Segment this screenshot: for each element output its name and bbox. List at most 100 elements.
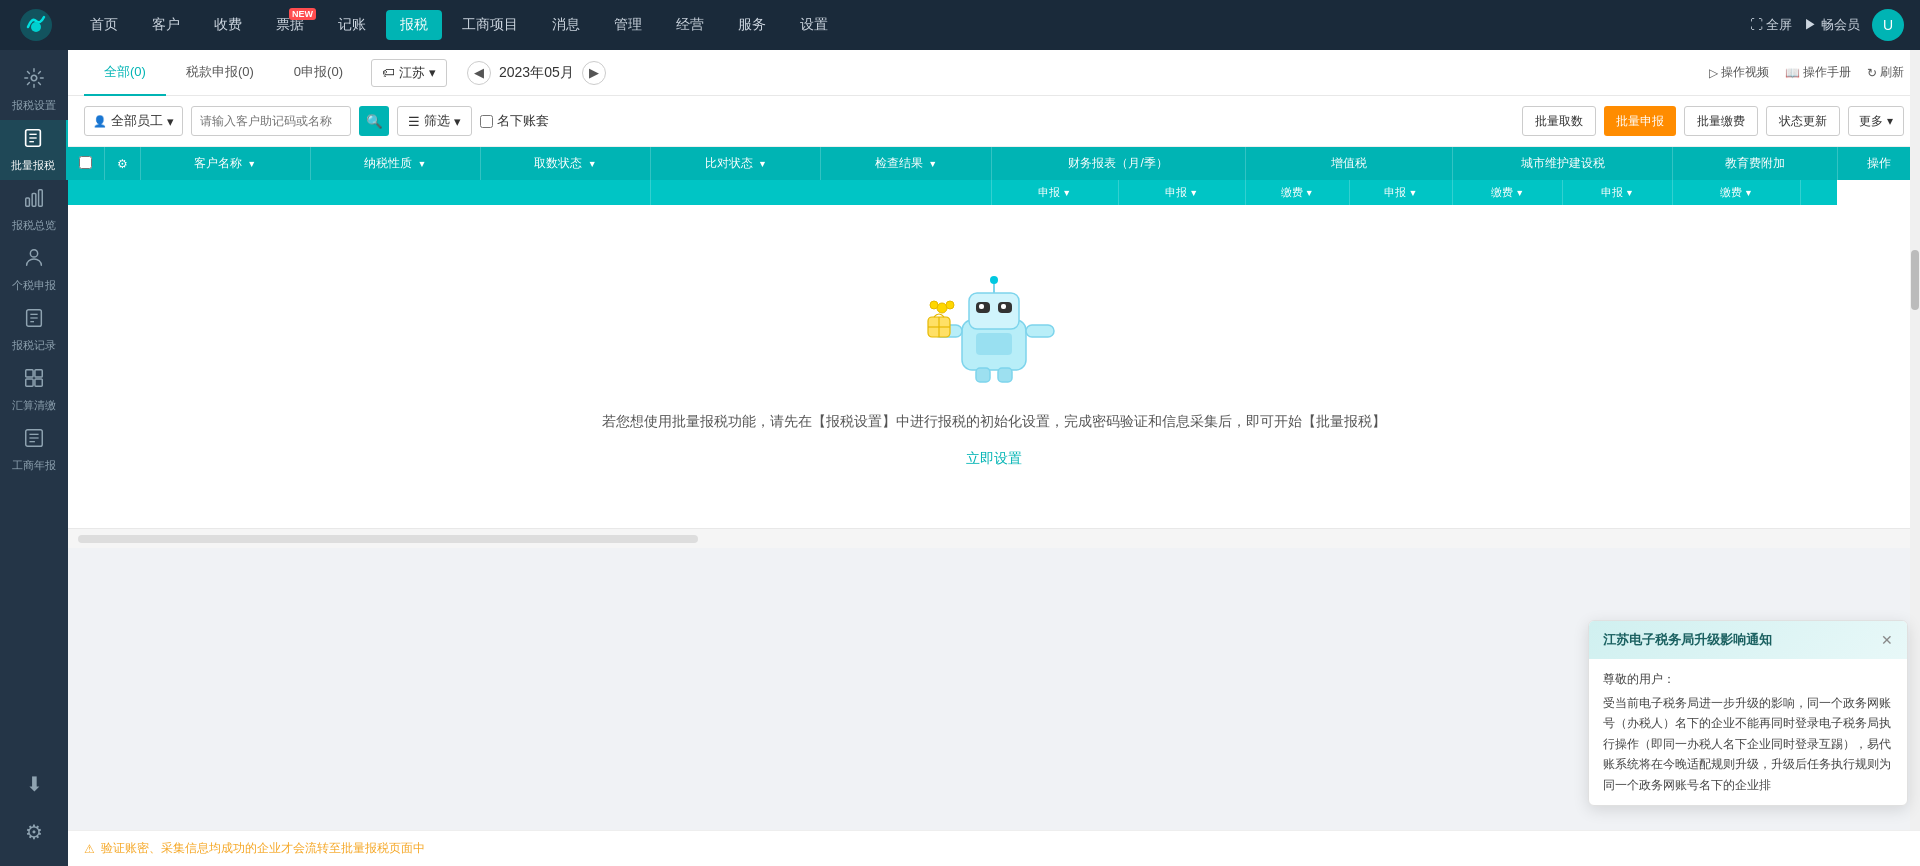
right-scrollbar[interactable] [1910, 50, 1920, 866]
new-badge: NEW [289, 8, 316, 20]
scroll-thumb [1911, 250, 1919, 310]
filter-icon-comparestatus[interactable]: ▼ [758, 159, 767, 169]
notif-greeting: 尊敬的用户： [1603, 669, 1893, 689]
batch-fetch-btn[interactable]: 批量取数 [1522, 106, 1596, 136]
page-header-right: ▷ 操作视频 📖 操作手册 ↻ 刷新 [1709, 64, 1904, 81]
filter-sub1[interactable]: ▼ [1062, 188, 1071, 198]
fullscreen-btn[interactable]: ⛶ 全屏 [1750, 16, 1793, 34]
empty-state: 若您想使用批量报税功能，请先在【报税设置】中进行报税的初始化设置，完成密码验证和… [68, 205, 1920, 528]
app-logo[interactable] [16, 5, 56, 45]
filter-icon-checkresult[interactable]: ▼ [928, 159, 937, 169]
sidebar-config[interactable]: ⚙ [0, 810, 68, 854]
svg-point-10 [30, 250, 37, 257]
svg-rect-9 [39, 190, 43, 207]
filter-sub7[interactable]: ▼ [1744, 188, 1753, 198]
th-checkresult: 检查结果 ▼ [821, 147, 991, 180]
th-comparestatus: 比对状态 ▼ [651, 147, 821, 180]
table-container: ⚙ 客户名称 ▼ 纳税性质 ▼ 取数状态 ▼ 比对状态 [68, 147, 1920, 528]
nav-tax[interactable]: 报税 [386, 10, 442, 40]
nav-invoice[interactable]: 票据 NEW [262, 10, 318, 40]
month-navigator: ◀ 2023年05月 ▶ [467, 61, 606, 85]
nav-ops[interactable]: 经营 [662, 10, 718, 40]
next-month-btn[interactable]: ▶ [582, 61, 606, 85]
svg-rect-24 [969, 293, 1019, 329]
more-chevron-icon: ▾ [1887, 114, 1893, 128]
sidebar-item-annual-report[interactable]: 工商年报 [0, 420, 68, 480]
filter-icon-taxtype[interactable]: ▼ [418, 159, 427, 169]
nav-customer[interactable]: 客户 [138, 10, 194, 40]
notif-title: 江苏电子税务局升级影响通知 [1603, 631, 1772, 649]
member-btn[interactable]: ▶ 畅会员 [1804, 16, 1860, 34]
employee-select[interactable]: 👤 全部员工 ▾ [84, 106, 183, 136]
nav-home[interactable]: 首页 [76, 10, 132, 40]
nav-business[interactable]: 工商项目 [448, 10, 532, 40]
more-btn[interactable]: 更多 ▾ [1848, 106, 1904, 136]
operation-manual-btn[interactable]: 📖 操作手册 [1785, 64, 1851, 81]
accounts-checkbox[interactable] [480, 115, 493, 128]
filter-sub5[interactable]: ▼ [1515, 188, 1524, 198]
filter-sub2[interactable]: ▼ [1189, 188, 1198, 198]
nav-fee[interactable]: 收费 [200, 10, 256, 40]
tab-all[interactable]: 全部(0) [84, 50, 166, 96]
tab-taxdecl[interactable]: 税款申报(0) [166, 50, 274, 96]
search-input[interactable] [191, 106, 351, 136]
tab-zerodecl[interactable]: 0申报(0) [274, 50, 363, 96]
sidebar-item-clearance[interactable]: 汇算清缴 [0, 360, 68, 420]
user-avatar[interactable]: U [1872, 9, 1904, 41]
select-all-checkbox[interactable] [79, 156, 92, 169]
nav-service[interactable]: 服务 [724, 10, 780, 40]
nav-accounting[interactable]: 记账 [324, 10, 380, 40]
nav-settings[interactable]: 设置 [786, 10, 842, 40]
records-icon [23, 307, 45, 334]
svg-rect-17 [26, 379, 33, 386]
gear-icon: ⚙ [117, 157, 128, 171]
notification-panel: 江苏电子税务局升级影响通知 ✕ 尊敬的用户： 受当前电子税务局进一步升级的影响，… [1588, 620, 1908, 806]
horizontal-scrollbar[interactable] [78, 535, 698, 543]
svg-rect-32 [1026, 325, 1054, 337]
filter-icon-customer[interactable]: ▼ [247, 159, 256, 169]
sidebar-item-taxsettings[interactable]: 报税设置 [0, 60, 68, 120]
video-icon: ▷ [1709, 66, 1718, 80]
status-update-btn[interactable]: 状态更新 [1766, 106, 1840, 136]
batch-pay-btn[interactable]: 批量缴费 [1684, 106, 1758, 136]
th-edu-pay: 缴费▼ [1672, 180, 1801, 205]
accounts-checkbox-label[interactable]: 名下账套 [480, 112, 549, 130]
chevron-down-icon: ▾ [429, 65, 436, 80]
filter-icon-fetchstatus[interactable]: ▼ [588, 159, 597, 169]
sidebar-item-batchreport[interactable]: 批量报税 [0, 120, 68, 180]
th-financialreport: 财务报表（月/季） [991, 147, 1245, 180]
svg-rect-15 [26, 370, 33, 377]
annual-report-icon [23, 427, 45, 454]
province-selector[interactable]: 🏷 江苏 ▾ [371, 59, 447, 87]
svg-rect-8 [32, 193, 36, 206]
nav-right: ⛶ 全屏 ▶ 畅会员 U [1750, 9, 1904, 41]
batch-report-btn[interactable]: 批量申报 [1604, 106, 1676, 136]
sidebar-item-records[interactable]: 报税记录 [0, 300, 68, 360]
search-btn[interactable]: 🔍 [359, 106, 389, 136]
select-all-header [68, 147, 104, 180]
gear-header[interactable]: ⚙ [104, 147, 140, 180]
nav-message[interactable]: 消息 [538, 10, 594, 40]
th-edu-report: 申报▼ [1563, 180, 1673, 205]
operation-video-btn[interactable]: ▷ 操作视频 [1709, 64, 1769, 81]
notif-text: 受当前电子税务局进一步升级的影响，同一个政务网账号（办税人）名下的企业不能再同时… [1603, 693, 1893, 795]
th-city-pay: 缴费▼ [1453, 180, 1563, 205]
clearance-icon [23, 367, 45, 394]
filter-sub4[interactable]: ▼ [1408, 188, 1417, 198]
refresh-btn[interactable]: ↻ 刷新 [1867, 64, 1904, 81]
prev-month-btn[interactable]: ◀ [467, 61, 491, 85]
sidebar-label-taxsettings: 报税设置 [12, 98, 56, 113]
nav-manage[interactable]: 管理 [600, 10, 656, 40]
filter-sub6[interactable]: ▼ [1625, 188, 1634, 198]
filter-sub3[interactable]: ▼ [1305, 188, 1314, 198]
empty-row: 若您想使用批量报税功能，请先在【报税设置】中进行报税的初始化设置，完成密码验证和… [68, 205, 1920, 528]
setup-link[interactable]: 立即设置 [966, 450, 1022, 468]
filter-btn[interactable]: ☰ 筛选 ▾ [397, 106, 472, 136]
notif-body[interactable]: 尊敬的用户： 受当前电子税务局进一步升级的影响，同一个政务网账号（办税人）名下的… [1589, 659, 1907, 805]
sidebar-download[interactable]: ⬇ [0, 762, 68, 806]
th-vat-pay: 缴费▼ [1245, 180, 1349, 205]
sidebar-item-personal-tax[interactable]: 个税申报 [0, 240, 68, 300]
notif-close-btn[interactable]: ✕ [1881, 632, 1893, 648]
sidebar-item-overview[interactable]: 报税总览 [0, 180, 68, 240]
batchreport-icon [22, 127, 44, 154]
